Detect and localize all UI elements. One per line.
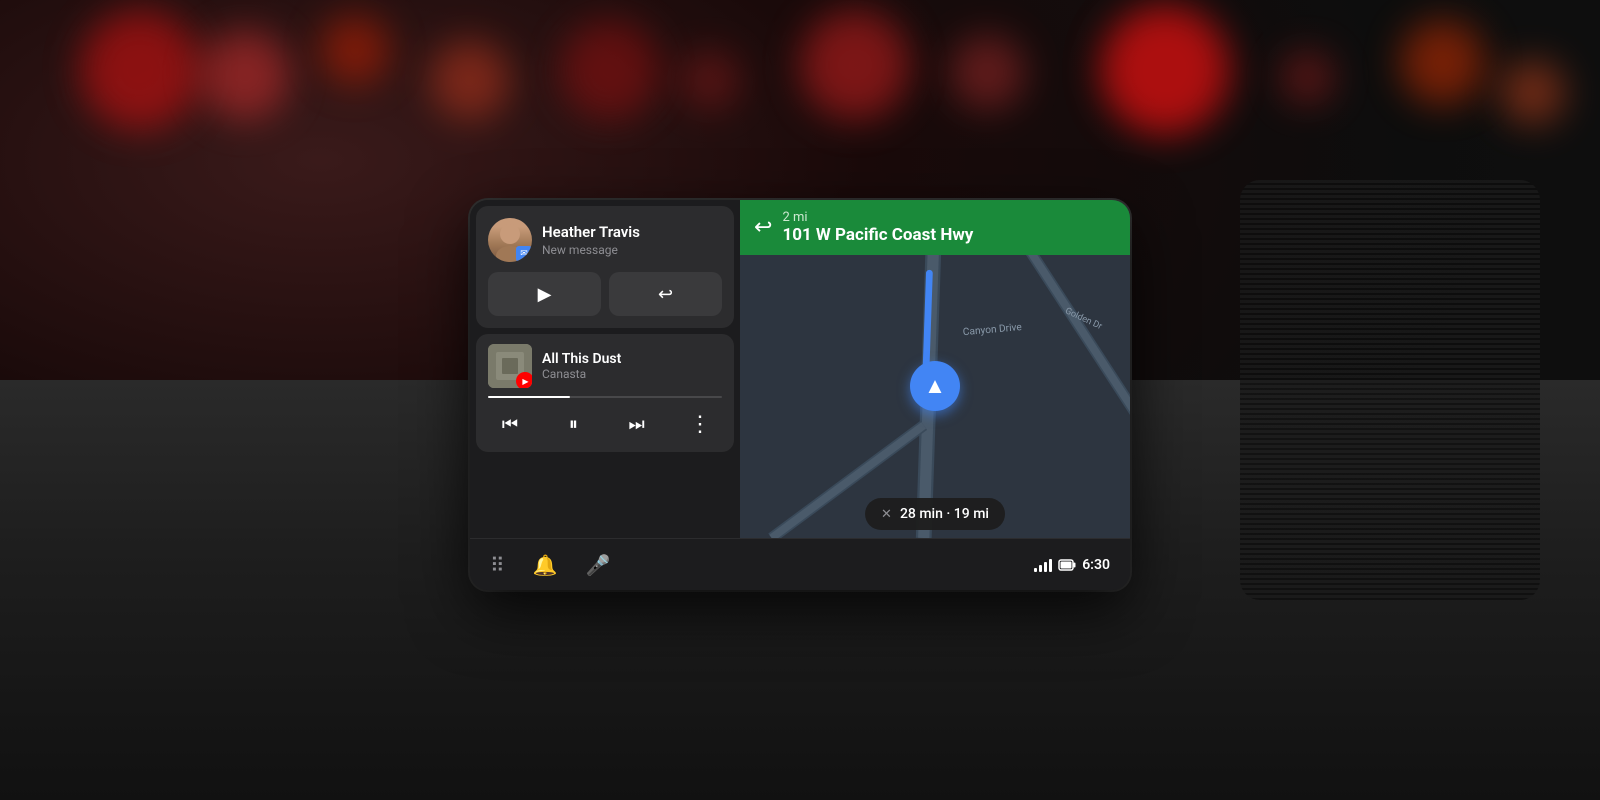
next-button[interactable]: ⏭: [619, 406, 655, 442]
album-art: ▶: [488, 344, 532, 388]
signal-bar-4: [1049, 559, 1052, 572]
messages-badge: ✉: [516, 246, 532, 262]
nav-street: 101 W Pacific Coast Hwy: [782, 225, 1116, 245]
message-text-block: Heather Travis New message: [542, 223, 722, 257]
display-main: ✉ Heather Travis New message ▶ ↩: [470, 200, 1130, 538]
reply-button[interactable]: ↩: [609, 272, 722, 316]
car-marker: ▲: [910, 361, 960, 411]
grid-icon[interactable]: ⠿: [490, 553, 505, 577]
more-button[interactable]: ⋮: [682, 406, 718, 442]
nav-info: 2 mi 101 W Pacific Coast Hwy: [782, 210, 1116, 245]
message-header: ✉ Heather Travis New message: [488, 218, 722, 262]
play-button[interactable]: ▶: [488, 272, 601, 316]
prev-button[interactable]: ⏮: [492, 406, 528, 442]
signal-bars: [1034, 558, 1052, 572]
signal-bar-1: [1034, 568, 1037, 572]
car-arrow-icon: ▲: [924, 373, 946, 399]
battery-icon: [1058, 558, 1076, 572]
music-card[interactable]: ▶ All This Dust Canasta ⏮ ⏸: [476, 334, 734, 452]
status-bar: 6:30: [1034, 557, 1110, 573]
progress-bar[interactable]: [488, 396, 722, 398]
music-controls: ⏮ ⏸ ⏭ ⋮: [488, 406, 722, 442]
sender-name: Heather Travis: [542, 223, 722, 241]
eta-text: 28 min · 19 mi: [900, 506, 989, 522]
signal-bar-2: [1039, 565, 1042, 572]
left-panel: ✉ Heather Travis New message ▶ ↩: [470, 200, 740, 538]
message-actions: ▶ ↩: [488, 272, 722, 316]
bottom-bar: ⠿ 🔔 🎤 6:30: [470, 538, 1130, 590]
avatar: ✉: [488, 218, 532, 262]
eta-bar[interactable]: ✕ 28 min · 19 mi: [865, 498, 1005, 530]
message-card[interactable]: ✉ Heather Travis New message ▶ ↩: [476, 206, 734, 328]
mic-icon[interactable]: 🎤: [586, 553, 611, 577]
speaker-grille: [1240, 180, 1540, 600]
turn-arrow-icon: ↩: [754, 215, 772, 240]
map-panel[interactable]: Canyon Drive Golden Dr ↩ 2 mi 101 W Paci…: [740, 200, 1130, 538]
nav-distance: 2 mi: [782, 210, 1116, 225]
eta-close-icon[interactable]: ✕: [881, 507, 892, 522]
song-title: All This Dust: [542, 351, 722, 368]
pause-button[interactable]: ⏸: [555, 406, 591, 442]
bottom-icons: ⠿ 🔔 🎤: [490, 553, 1034, 577]
message-subtitle: New message: [542, 243, 722, 257]
nav-header: ↩ 2 mi 101 W Pacific Coast Hwy: [740, 200, 1130, 255]
android-auto-display: ✉ Heather Travis New message ▶ ↩: [470, 200, 1130, 590]
time-display: 6:30: [1082, 557, 1110, 573]
background: ✉ Heather Travis New message ▶ ↩: [0, 0, 1600, 800]
bell-icon[interactable]: 🔔: [533, 553, 558, 577]
progress-fill: [488, 396, 570, 398]
artist-name: Canasta: [542, 367, 722, 381]
youtube-badge: ▶: [516, 372, 532, 388]
music-info: All This Dust Canasta: [542, 351, 722, 382]
signal-bar-3: [1044, 562, 1047, 572]
music-header: ▶ All This Dust Canasta: [488, 344, 722, 388]
